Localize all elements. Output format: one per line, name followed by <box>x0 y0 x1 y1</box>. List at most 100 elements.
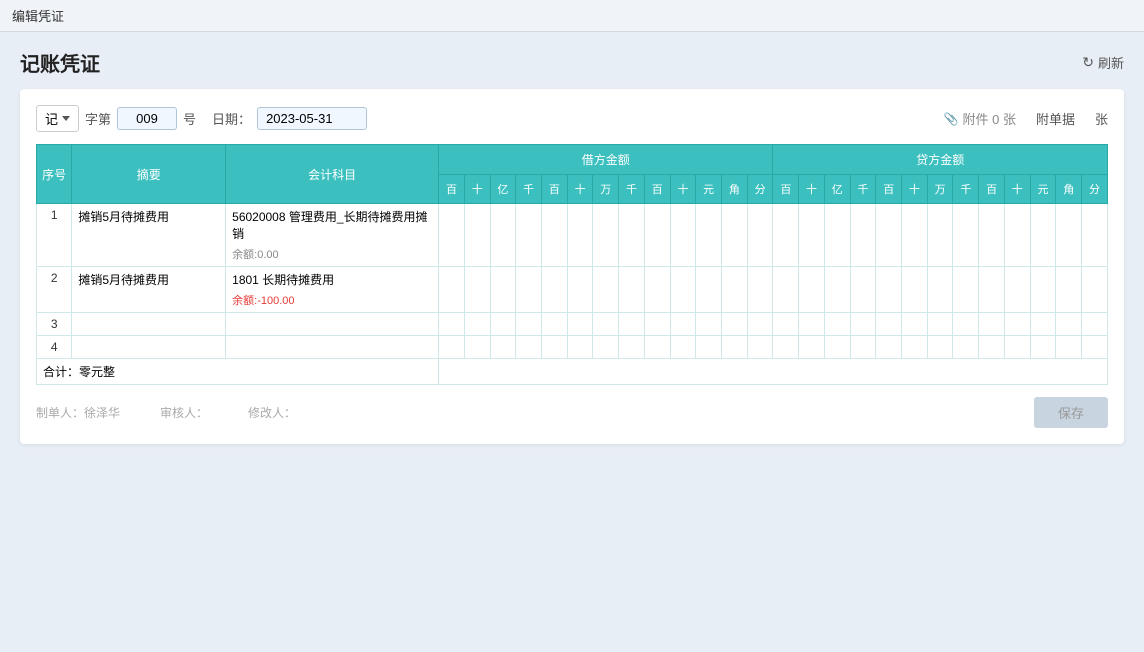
row-digit-0-4[interactable] <box>541 204 567 267</box>
row-digit-1-1[interactable] <box>464 267 490 313</box>
row-digit-3-21[interactable] <box>979 336 1005 359</box>
row-digit-2-4[interactable] <box>541 313 567 336</box>
row-digit-1-17[interactable] <box>876 267 902 313</box>
row-digit-2-1[interactable] <box>464 313 490 336</box>
row-digit-2-3[interactable] <box>516 313 542 336</box>
row-digit-2-6[interactable] <box>593 313 619 336</box>
row-digit-3-19[interactable] <box>927 336 953 359</box>
row-digit-1-9[interactable] <box>670 267 696 313</box>
date-input[interactable] <box>257 107 367 130</box>
row-digit-3-14[interactable] <box>799 336 825 359</box>
row-digit-0-25[interactable] <box>1082 204 1108 267</box>
row-digit-0-6[interactable] <box>593 204 619 267</box>
row-digit-0-0[interactable] <box>439 204 465 267</box>
row-summary-1[interactable]: 摊销5月待摊费用 <box>72 267 226 313</box>
row-digit-1-0[interactable] <box>439 267 465 313</box>
row-digit-3-3[interactable] <box>516 336 542 359</box>
row-digit-1-2[interactable] <box>490 267 516 313</box>
row-digit-1-7[interactable] <box>619 267 645 313</box>
row-digit-0-5[interactable] <box>567 204 593 267</box>
row-digit-1-3[interactable] <box>516 267 542 313</box>
row-digit-3-16[interactable] <box>850 336 876 359</box>
row-digit-0-13[interactable] <box>773 204 799 267</box>
row-digit-3-8[interactable] <box>644 336 670 359</box>
row-digit-2-17[interactable] <box>876 313 902 336</box>
row-digit-3-2[interactable] <box>490 336 516 359</box>
row-digit-0-7[interactable] <box>619 204 645 267</box>
row-digit-1-8[interactable] <box>644 267 670 313</box>
row-digit-2-13[interactable] <box>773 313 799 336</box>
row-digit-2-11[interactable] <box>722 313 748 336</box>
row-digit-2-16[interactable] <box>850 313 876 336</box>
row-digit-2-10[interactable] <box>696 313 722 336</box>
row-digit-3-4[interactable] <box>541 336 567 359</box>
row-digit-2-7[interactable] <box>619 313 645 336</box>
row-digit-2-18[interactable] <box>902 313 928 336</box>
row-digit-2-12[interactable] <box>747 313 773 336</box>
row-digit-2-21[interactable] <box>979 313 1005 336</box>
row-digit-3-20[interactable] <box>953 336 979 359</box>
row-digit-3-0[interactable] <box>439 336 465 359</box>
row-digit-2-2[interactable] <box>490 313 516 336</box>
row-digit-2-0[interactable] <box>439 313 465 336</box>
row-digit-2-9[interactable] <box>670 313 696 336</box>
row-digit-1-16[interactable] <box>850 267 876 313</box>
row-digit-1-6[interactable] <box>593 267 619 313</box>
row-digit-1-12[interactable] <box>747 267 773 313</box>
row-digit-3-24[interactable] <box>1056 336 1082 359</box>
row-digit-0-22[interactable] <box>1004 204 1030 267</box>
row-digit-3-13[interactable] <box>773 336 799 359</box>
row-digit-0-24[interactable] <box>1056 204 1082 267</box>
row-account-3[interactable] <box>226 336 439 359</box>
row-digit-2-22[interactable] <box>1004 313 1030 336</box>
row-digit-3-5[interactable] <box>567 336 593 359</box>
row-digit-3-9[interactable] <box>670 336 696 359</box>
row-digit-1-5[interactable] <box>567 267 593 313</box>
row-account-1[interactable]: 1801 长期待摊费用余额:-100.00 <box>226 267 439 313</box>
row-digit-1-25[interactable] <box>1082 267 1108 313</box>
row-digit-3-6[interactable] <box>593 336 619 359</box>
row-digit-0-16[interactable] <box>850 204 876 267</box>
row-digit-0-3[interactable] <box>516 204 542 267</box>
row-digit-1-11[interactable] <box>722 267 748 313</box>
row-digit-1-13[interactable] <box>773 267 799 313</box>
row-digit-1-22[interactable] <box>1004 267 1030 313</box>
row-digit-2-19[interactable] <box>927 313 953 336</box>
row-digit-3-7[interactable] <box>619 336 645 359</box>
row-digit-1-24[interactable] <box>1056 267 1082 313</box>
row-digit-0-8[interactable] <box>644 204 670 267</box>
row-digit-0-20[interactable] <box>953 204 979 267</box>
row-digit-0-17[interactable] <box>876 204 902 267</box>
row-digit-2-20[interactable] <box>953 313 979 336</box>
row-digit-0-10[interactable] <box>696 204 722 267</box>
row-digit-3-17[interactable] <box>876 336 902 359</box>
row-digit-1-19[interactable] <box>927 267 953 313</box>
row-summary-0[interactable]: 摊销5月待摊费用 <box>72 204 226 267</box>
row-digit-2-5[interactable] <box>567 313 593 336</box>
row-digit-1-21[interactable] <box>979 267 1005 313</box>
row-digit-0-23[interactable] <box>1030 204 1056 267</box>
row-digit-0-21[interactable] <box>979 204 1005 267</box>
row-summary-2[interactable] <box>72 313 226 336</box>
refresh-button[interactable]: ↻ 刷新 <box>1082 53 1124 72</box>
voucher-type-button[interactable]: 记 <box>36 105 79 132</box>
row-digit-2-14[interactable] <box>799 313 825 336</box>
row-digit-1-4[interactable] <box>541 267 567 313</box>
row-digit-0-14[interactable] <box>799 204 825 267</box>
row-digit-0-12[interactable] <box>747 204 773 267</box>
attach-link[interactable]: 📎 附件 0 张 <box>944 109 1016 128</box>
row-digit-3-12[interactable] <box>747 336 773 359</box>
row-account-0[interactable]: 56020008 管理费用_长期待摊费用摊销余额:0.00 <box>226 204 439 267</box>
row-digit-3-10[interactable] <box>696 336 722 359</box>
row-digit-0-18[interactable] <box>902 204 928 267</box>
row-digit-0-11[interactable] <box>722 204 748 267</box>
row-digit-2-24[interactable] <box>1056 313 1082 336</box>
row-digit-2-25[interactable] <box>1082 313 1108 336</box>
attach-sheet[interactable]: 附单据 <box>1036 109 1075 128</box>
row-digit-3-25[interactable] <box>1082 336 1108 359</box>
row-digit-0-19[interactable] <box>927 204 953 267</box>
save-button[interactable]: 保存 <box>1034 397 1108 428</box>
row-digit-2-23[interactable] <box>1030 313 1056 336</box>
row-digit-1-23[interactable] <box>1030 267 1056 313</box>
row-digit-0-9[interactable] <box>670 204 696 267</box>
